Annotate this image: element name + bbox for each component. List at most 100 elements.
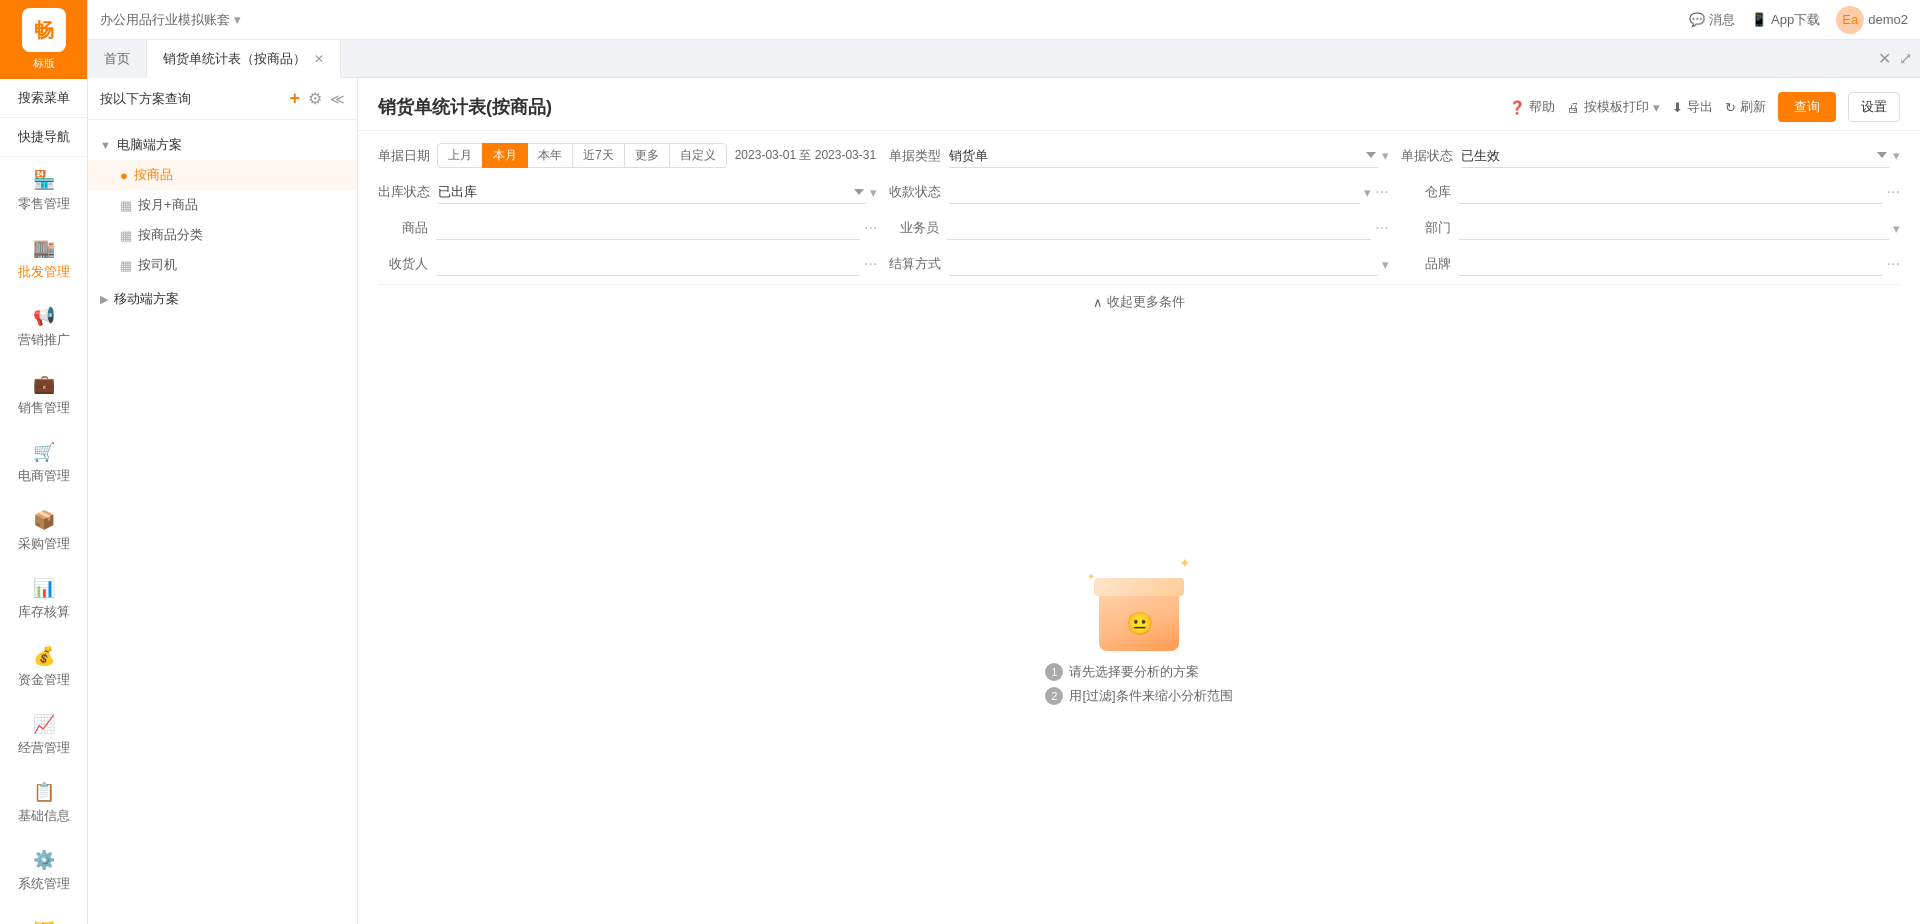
doctype-dropdown-icon[interactable]: ▾ xyxy=(1382,148,1389,163)
page-header-actions: ❓ 帮助 🖨 按模板打印 ▾ ⬇ 导出 ↻ 刷新 xyxy=(1509,92,1900,122)
tree-item-by-category[interactable]: ▦ 按商品分类 xyxy=(88,220,357,250)
sidebar-item-purchase[interactable]: 📦 采购管理 xyxy=(0,497,87,565)
paystatus-input[interactable] xyxy=(949,180,1360,204)
query-btn[interactable]: 查询 xyxy=(1778,92,1836,122)
add-scheme-btn[interactable]: + xyxy=(289,88,300,109)
help-btn[interactable]: ❓ 帮助 xyxy=(1509,98,1555,116)
docstatus-control: 已生效 ▾ xyxy=(1461,144,1900,168)
app-download-btn[interactable]: 📱 App下载 xyxy=(1751,11,1820,29)
product-dots[interactable]: ··· xyxy=(864,219,877,237)
brand-label: 品牌 xyxy=(1401,255,1451,273)
sidebar-item-ecommerce[interactable]: 🛒 电商管理 xyxy=(0,429,87,497)
docstatus-select[interactable]: 已生效 xyxy=(1461,144,1889,168)
dept-input[interactable] xyxy=(1459,216,1889,240)
sidebar-item-sales[interactable]: 💼 销售管理 xyxy=(0,361,87,429)
date-presets: 上月 本月 本年 近7天 更多 自定义 xyxy=(438,143,727,168)
outstatus-dropdown-icon[interactable]: ▾ xyxy=(870,185,877,200)
page-layout: 按以下方案查询 + ⚙ ≪ ▼ 电脑端方案 ● 按商品 xyxy=(88,78,1920,924)
date-range-text: 2023-03-01 至 2023-03-31 xyxy=(735,147,876,164)
wholesale-icon: 🏬 xyxy=(33,237,55,259)
receiver-label: 收货人 xyxy=(378,255,428,273)
right-content: 销货单统计表(按商品) ❓ 帮助 🖨 按模板打印 ▾ ⬇ 导出 xyxy=(358,78,1920,924)
tab-close-icon[interactable]: ✕ xyxy=(314,52,324,66)
brand-dots[interactable]: ··· xyxy=(1887,255,1900,273)
left-panel: 按以下方案查询 + ⚙ ≪ ▼ 电脑端方案 ● 按商品 xyxy=(88,78,358,924)
dept-dropdown-icon[interactable]: ▾ xyxy=(1893,221,1900,236)
settings-scheme-btn[interactable]: ⚙ xyxy=(308,89,322,108)
export-btn[interactable]: ⬇ 导出 xyxy=(1672,98,1713,116)
date-last-7-days[interactable]: 近7天 xyxy=(572,143,625,168)
topbar-title[interactable]: 办公用品行业模拟账套 ▾ xyxy=(100,11,241,29)
tab-close-all-icon[interactable]: ✕ xyxy=(1878,49,1891,68)
sidebar-item-system[interactable]: ⚙️ 系统管理 xyxy=(0,837,87,905)
tabbar-controls: ✕ ⤢ xyxy=(1878,49,1920,68)
settlement-label: 结算方式 xyxy=(889,255,941,273)
refresh-btn[interactable]: ↻ 刷新 xyxy=(1725,98,1766,116)
filter-collapse-btn[interactable]: ∧ 收起更多条件 xyxy=(378,284,1900,319)
receiver-input[interactable] xyxy=(436,252,860,276)
tab-expand-icon[interactable]: ⤢ xyxy=(1899,49,1912,68)
staff-dots[interactable]: ··· xyxy=(1375,219,1388,237)
brand-control: ··· xyxy=(1459,252,1900,276)
warehouse-control: ··· xyxy=(1459,180,1900,204)
sidebar-item-wholesale[interactable]: 🏬 批发管理 xyxy=(0,225,87,293)
filter-date-cell: 单据日期 上月 本月 本年 近7天 更多 自定义 2023-03-01 至 20… xyxy=(378,143,877,168)
brand-input[interactable] xyxy=(1459,252,1883,276)
date-more[interactable]: 更多 xyxy=(624,143,670,168)
docstatus-dropdown-icon[interactable]: ▾ xyxy=(1893,148,1900,163)
product-input[interactable] xyxy=(436,216,860,240)
paystatus-dots[interactable]: ··· xyxy=(1375,183,1388,201)
sidebar-item-operations[interactable]: 📈 经营管理 xyxy=(0,701,87,769)
tree-item-by-month-product[interactable]: ▦ 按月+商品 xyxy=(88,190,357,220)
paystatus-dropdown-icon[interactable]: ▾ xyxy=(1364,185,1371,200)
collapse-panel-btn[interactable]: ≪ xyxy=(330,91,345,107)
settings-btn[interactable]: 设置 xyxy=(1848,92,1900,122)
date-control: 上月 本月 本年 近7天 更多 自定义 2023-03-01 至 2023-03… xyxy=(438,143,877,168)
messages-btn[interactable]: 💬 消息 xyxy=(1689,11,1735,29)
date-this-year[interactable]: 本年 xyxy=(527,143,573,168)
finance-icon: 💰 xyxy=(33,645,55,667)
staff-input[interactable] xyxy=(947,216,1371,240)
filter-dept-cell: 部门 ▾ xyxy=(1401,216,1900,240)
doctype-select[interactable]: 销货单 xyxy=(949,144,1377,168)
empty-tips: 1 请先选择要分析的方案 2 用[过滤]条件来缩小分析范围 xyxy=(1045,663,1232,705)
tip2-num: 2 xyxy=(1045,687,1063,705)
date-last-month[interactable]: 上月 xyxy=(437,143,483,168)
filter-staff-cell: 业务员 ··· xyxy=(889,216,1388,240)
sidebar-item-enterprise[interactable]: 🤝 企业协同 xyxy=(0,905,87,924)
tree-item-by-cashier[interactable]: ▦ 按司机 xyxy=(88,250,357,280)
sidebar-item-finance[interactable]: 💰 资金管理 xyxy=(0,633,87,701)
filter-receiver-cell: 收货人 ··· xyxy=(378,252,877,276)
sidebar-item-inventory[interactable]: 📊 库存核算 xyxy=(0,565,87,633)
tab-home[interactable]: 首页 xyxy=(88,40,147,78)
left-panel-tree: ▼ 电脑端方案 ● 按商品 ▦ 按月+商品 ▦ 按商品分类 xyxy=(88,120,357,924)
sidebar-item-marketing[interactable]: 📢 营销推广 xyxy=(0,293,87,361)
outstatus-control: 已出库 ▾ xyxy=(438,180,877,204)
sidebar-item-basic[interactable]: 📋 基础信息 xyxy=(0,769,87,837)
warehouse-input[interactable] xyxy=(1459,180,1883,204)
basic-icon: 📋 xyxy=(33,781,55,803)
tab-sales-stat[interactable]: 销货单统计表（按商品） ✕ xyxy=(147,40,341,78)
by-product-icon: ● xyxy=(120,168,128,183)
sidebar-logo[interactable]: 畅 标版 xyxy=(0,0,87,79)
sidebar-search[interactable]: 搜索菜单 xyxy=(0,79,87,118)
receiver-dots[interactable]: ··· xyxy=(864,255,877,273)
doctype-label: 单据类型 xyxy=(889,147,941,165)
print-btn[interactable]: 🖨 按模板打印 ▾ xyxy=(1567,98,1660,116)
topbar-right: 💬 消息 📱 App下载 Ea demo2 xyxy=(1689,6,1908,34)
warehouse-dots[interactable]: ··· xyxy=(1887,183,1900,201)
settlement-dropdown-icon[interactable]: ▾ xyxy=(1382,257,1389,272)
outstatus-select[interactable]: 已出库 xyxy=(438,180,866,204)
date-custom[interactable]: 自定义 xyxy=(669,143,727,168)
tree-group-mobile-header[interactable]: ▶ 移动端方案 xyxy=(88,284,357,314)
date-this-month[interactable]: 本月 xyxy=(482,143,528,168)
empty-box-face: 😐 xyxy=(1126,613,1153,635)
tree-group-pc-header[interactable]: ▼ 电脑端方案 xyxy=(88,130,357,160)
tip1-num: 1 xyxy=(1045,663,1063,681)
staff-control: ··· xyxy=(947,216,1388,240)
user-menu[interactable]: Ea demo2 xyxy=(1836,6,1908,34)
settlement-input[interactable] xyxy=(949,252,1377,276)
sidebar-quick-nav[interactable]: 快捷导航 xyxy=(0,118,87,157)
tree-item-by-product[interactable]: ● 按商品 xyxy=(88,160,357,190)
sidebar-item-retail[interactable]: 🏪 零售管理 xyxy=(0,157,87,225)
